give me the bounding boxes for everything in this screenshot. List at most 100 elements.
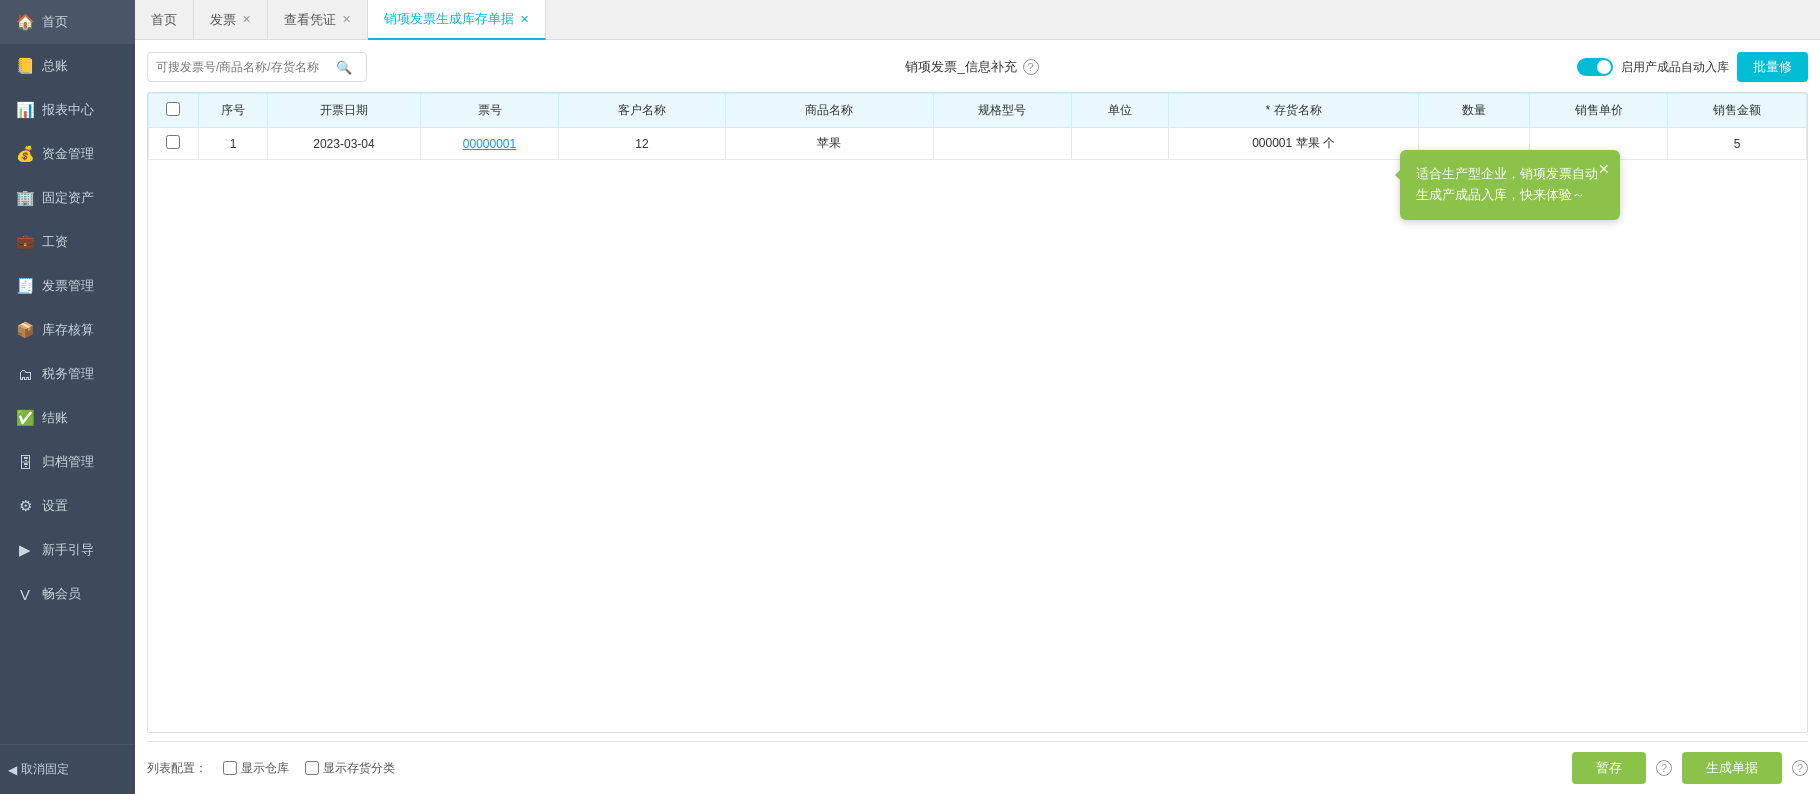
home-icon: 🏠 [16, 13, 34, 31]
ticket-link[interactable]: 00000001 [463, 137, 516, 151]
bottom-bar-right: 暂存 ? 生成单据 ? [1572, 752, 1808, 784]
row-amount: 5 [1668, 128, 1807, 160]
sidebar-item-invoice-mgmt[interactable]: 🧾 发票管理 [0, 264, 135, 308]
tab-home-label: 首页 [151, 11, 177, 29]
table-header-row: 序号 开票日期 票号 客户名称 商品名称 规格型号 单位 * 存货名称 数量 销… [149, 94, 1807, 128]
header-unit: 单位 [1072, 94, 1169, 128]
sidebar-item-assets[interactable]: 🏢 固定资产 [0, 176, 135, 220]
save-info-icon[interactable]: ? [1656, 760, 1672, 776]
sidebar-item-label: 首页 [42, 13, 68, 31]
row-ticket[interactable]: 00000001 [420, 128, 559, 160]
inventory-icon: 📦 [16, 321, 34, 339]
search-input[interactable] [156, 60, 336, 74]
show-inventory-category-checkbox[interactable] [305, 761, 319, 775]
sidebar-item-ledger[interactable]: 📒 总账 [0, 44, 135, 88]
tax-icon: 🗂 [16, 366, 34, 383]
show-warehouse-label[interactable]: 显示仓库 [223, 760, 289, 777]
cancel-fixed-button[interactable]: ◀ 取消固定 [0, 753, 135, 786]
tab-invoice-label: 发票 [210, 11, 236, 29]
tab-inventory-single-close[interactable]: ✕ [520, 13, 529, 26]
header-seq: 序号 [198, 94, 267, 128]
sidebar: 🏠 首页 📒 总账 📊 报表中心 💰 资金管理 🏢 固定资产 💼 工资 🧾 发票… [0, 0, 135, 794]
sidebar-item-archive[interactable]: 🗄 归档管理 [0, 440, 135, 484]
row-customer: 12 [559, 128, 725, 160]
header-checkbox-col [149, 94, 199, 128]
header-date: 开票日期 [268, 94, 420, 128]
sidebar-item-label: 库存核算 [42, 321, 94, 339]
archive-icon: 🗄 [16, 454, 34, 471]
header-quantity: 数量 [1418, 94, 1529, 128]
close-accounts-icon: ✅ [16, 409, 34, 427]
cancel-fixed-icon: ◀ [8, 763, 17, 777]
ledger-icon: 📒 [16, 57, 34, 75]
sidebar-item-reports[interactable]: 📊 报表中心 [0, 88, 135, 132]
generate-button[interactable]: 生成单据 [1682, 752, 1782, 784]
sidebar-item-label: 设置 [42, 497, 68, 515]
row-date: 2023-03-04 [268, 128, 420, 160]
sidebar-item-member[interactable]: V 畅会员 [0, 572, 135, 616]
search-box[interactable]: 🔍 [147, 52, 367, 82]
sidebar-item-home[interactable]: 🏠 首页 [0, 0, 135, 44]
save-button[interactable]: 暂存 [1572, 752, 1646, 784]
tooltip-close[interactable]: ✕ [1598, 158, 1610, 180]
reports-icon: 📊 [16, 101, 34, 119]
tab-invoice[interactable]: 发票 ✕ [194, 0, 268, 39]
sidebar-item-label: 资金管理 [42, 145, 94, 163]
sidebar-item-settings[interactable]: ⚙ 设置 [0, 484, 135, 528]
show-warehouse-checkbox[interactable] [223, 761, 237, 775]
toggle-label: 启用产成品自动入库 [1621, 59, 1729, 76]
center-label: 销项发票_信息补充 [905, 58, 1016, 76]
sidebar-item-inventory[interactable]: 📦 库存核算 [0, 308, 135, 352]
tab-voucher[interactable]: 查看凭证 ✕ [268, 0, 368, 39]
content-area: 🔍 销项发票_信息补充 ? 启用产成品自动入库 批量修 [135, 40, 1820, 794]
sidebar-item-salary[interactable]: 💼 工资 [0, 220, 135, 264]
sidebar-item-label: 固定资产 [42, 189, 94, 207]
bottom-bar-left: 列表配置： 显示仓库 显示存货分类 [147, 760, 395, 777]
info-icon[interactable]: ? [1023, 59, 1039, 75]
main-area: 首页 发票 ✕ 查看凭证 ✕ 销项发票生成库存单据 ✕ 🔍 销项发票_信息补充 [135, 0, 1820, 794]
row-checkbox[interactable] [166, 135, 180, 149]
tab-voucher-close[interactable]: ✕ [342, 13, 351, 26]
toolbar-right: 启用产成品自动入库 批量修 [1577, 52, 1808, 82]
list-config-label: 列表配置： [147, 760, 207, 777]
header-unit-price: 销售单价 [1529, 94, 1668, 128]
cancel-fixed-label: 取消固定 [21, 761, 69, 778]
header-product: 商品名称 [725, 94, 933, 128]
row-checkbox-cell [149, 128, 199, 160]
toolbar: 🔍 销项发票_信息补充 ? 启用产成品自动入库 批量修 [147, 52, 1808, 82]
sidebar-item-close-accounts[interactable]: ✅ 结账 [0, 396, 135, 440]
invoice-icon: 🧾 [16, 277, 34, 295]
generate-info-icon[interactable]: ? [1792, 760, 1808, 776]
sidebar-item-label: 工资 [42, 233, 68, 251]
tab-home[interactable]: 首页 [135, 0, 194, 39]
header-amount: 销售金额 [1668, 94, 1807, 128]
sidebar-item-funds[interactable]: 💰 资金管理 [0, 132, 135, 176]
auto-warehouse-toggle[interactable] [1577, 58, 1613, 76]
tab-inventory-single[interactable]: 销项发票生成库存单据 ✕ [368, 0, 546, 40]
header-ticket: 票号 [420, 94, 559, 128]
sidebar-item-label: 畅会员 [42, 585, 81, 603]
batch-button[interactable]: 批量修 [1737, 52, 1808, 82]
row-product: 苹果 [725, 128, 933, 160]
show-inventory-category-label[interactable]: 显示存货分类 [305, 760, 395, 777]
header-customer: 客户名称 [559, 94, 725, 128]
show-inventory-category-text: 显示存货分类 [323, 760, 395, 777]
sidebar-item-label: 结账 [42, 409, 68, 427]
bottom-bar: 列表配置： 显示仓库 显示存货分类 暂存 ? 生成单据 ? [147, 741, 1808, 794]
tooltip-box: ✕ 适合生产型企业，销项发票自动生成产成品入库，快来体验～ [1400, 150, 1620, 220]
funds-icon: 💰 [16, 145, 34, 163]
sidebar-item-label: 报表中心 [42, 101, 94, 119]
sidebar-bottom: ◀ 取消固定 [0, 744, 135, 794]
sidebar-item-tax[interactable]: 🗂 税务管理 [0, 352, 135, 396]
tab-invoice-close[interactable]: ✕ [242, 13, 251, 26]
sidebar-item-guide[interactable]: ▶ 新手引导 [0, 528, 135, 572]
salary-icon: 💼 [16, 233, 34, 251]
tooltip-text: 适合生产型企业，销项发票自动生成产成品入库，快来体验～ [1416, 166, 1598, 202]
search-icon: 🔍 [336, 60, 352, 75]
header-inventory: * 存货名称 [1169, 94, 1419, 128]
tab-bar: 首页 发票 ✕ 查看凭证 ✕ 销项发票生成库存单据 ✕ [135, 0, 1820, 40]
show-warehouse-text: 显示仓库 [241, 760, 289, 777]
row-inventory[interactable]: 000001 苹果 个 [1169, 128, 1419, 160]
select-all-checkbox[interactable] [166, 102, 180, 116]
guide-icon: ▶ [16, 541, 34, 559]
